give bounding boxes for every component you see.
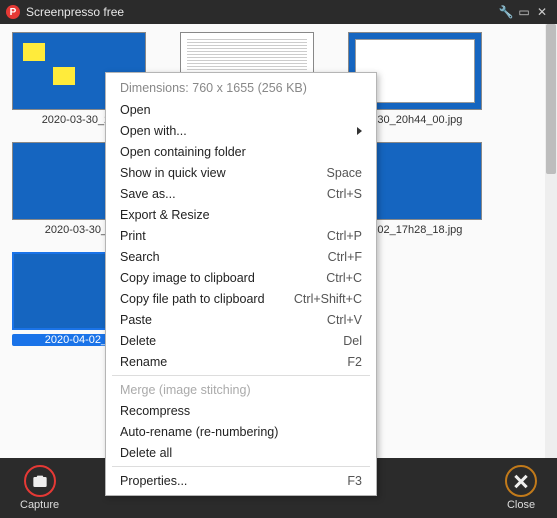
context-menu-item[interactable]: Open [106, 99, 376, 120]
context-menu-item-label: Save as... [120, 187, 319, 201]
context-menu-item-label: Copy image to clipboard [120, 271, 318, 285]
context-menu-item-label: Rename [120, 355, 339, 369]
chevron-right-icon [357, 127, 362, 135]
context-menu-item-label: Print [120, 229, 319, 243]
vertical-scrollbar[interactable] [545, 24, 557, 458]
context-menu-item-label: Search [120, 250, 320, 264]
context-menu-item-shortcut: F2 [339, 355, 362, 369]
context-menu-item[interactable]: PasteCtrl+V [106, 309, 376, 330]
context-menu-item[interactable]: Save as...Ctrl+S [106, 183, 376, 204]
settings-icon[interactable]: 🔧 [497, 5, 515, 19]
context-menu-separator [112, 466, 370, 467]
context-menu: Dimensions: 760 x 1655 (256 KB) Open Open… [105, 72, 377, 496]
context-menu-item-shortcut: Ctrl+F [320, 250, 362, 264]
maximize-icon[interactable]: ▭ [515, 5, 533, 19]
context-menu-item-shortcut: Ctrl+S [319, 187, 362, 201]
camera-icon [24, 465, 56, 497]
capture-button[interactable]: Capture [20, 465, 59, 511]
context-menu-item-shortcut: Space [319, 166, 362, 180]
close-label: Close [507, 499, 535, 511]
context-menu-item-shortcut: F3 [339, 474, 362, 488]
context-menu-item-label: Export & Resize [120, 208, 362, 222]
context-menu-item-label: Auto-rename (re-numbering) [120, 425, 362, 439]
context-menu-item-shortcut: Ctrl+Shift+C [286, 292, 362, 306]
context-menu-item[interactable]: Auto-rename (re-numbering) [106, 421, 376, 442]
titlebar: P Screenpresso free 🔧 ▭ ✕ [0, 0, 557, 24]
context-menu-item[interactable]: PrintCtrl+P [106, 225, 376, 246]
context-menu-item[interactable]: Open with... [106, 120, 376, 141]
context-menu-item-label: Delete all [120, 446, 362, 460]
context-menu-item[interactable]: Copy image to clipboardCtrl+C [106, 267, 376, 288]
context-menu-item[interactable]: Properties...F3 [106, 470, 376, 491]
context-menu-item-label: Merge (image stitching) [120, 383, 362, 397]
context-menu-item-label: Open [120, 103, 362, 117]
context-menu-item[interactable]: Copy file path to clipboardCtrl+Shift+C [106, 288, 376, 309]
context-menu-item-label: Properties... [120, 474, 339, 488]
context-menu-item-label: Copy file path to clipboard [120, 292, 286, 306]
context-menu-item: Merge (image stitching) [106, 379, 376, 400]
context-menu-item[interactable]: RenameF2 [106, 351, 376, 372]
context-menu-item-shortcut: Ctrl+V [319, 313, 362, 327]
context-menu-header: Dimensions: 760 x 1655 (256 KB) [106, 77, 376, 99]
context-menu-item[interactable]: Open containing folder [106, 141, 376, 162]
capture-label: Capture [20, 499, 59, 511]
context-menu-item-label: Open containing folder [120, 145, 362, 159]
context-menu-item[interactable]: Export & Resize [106, 204, 376, 225]
context-menu-separator [112, 375, 370, 376]
scrollbar-thumb[interactable] [546, 24, 556, 174]
context-menu-item[interactable]: SearchCtrl+F [106, 246, 376, 267]
app-logo-icon: P [6, 5, 20, 19]
context-menu-item-shortcut: Ctrl+P [319, 229, 362, 243]
app-title: Screenpresso free [26, 5, 497, 19]
close-icon [505, 465, 537, 497]
context-menu-item[interactable]: Delete all [106, 442, 376, 463]
context-menu-item-label: Recompress [120, 404, 362, 418]
context-menu-item[interactable]: Show in quick viewSpace [106, 162, 376, 183]
context-menu-item-label: Show in quick view [120, 166, 319, 180]
context-menu-item[interactable]: DeleteDel [106, 330, 376, 351]
context-menu-item[interactable]: Recompress [106, 400, 376, 421]
context-menu-item-label: Delete [120, 334, 335, 348]
close-window-icon[interactable]: ✕ [533, 5, 551, 19]
context-menu-item-shortcut: Ctrl+C [318, 271, 362, 285]
context-menu-item-shortcut: Del [335, 334, 362, 348]
context-menu-item-label: Open with... [120, 124, 357, 138]
context-menu-item-label: Paste [120, 313, 319, 327]
close-button[interactable]: Close [505, 465, 537, 511]
